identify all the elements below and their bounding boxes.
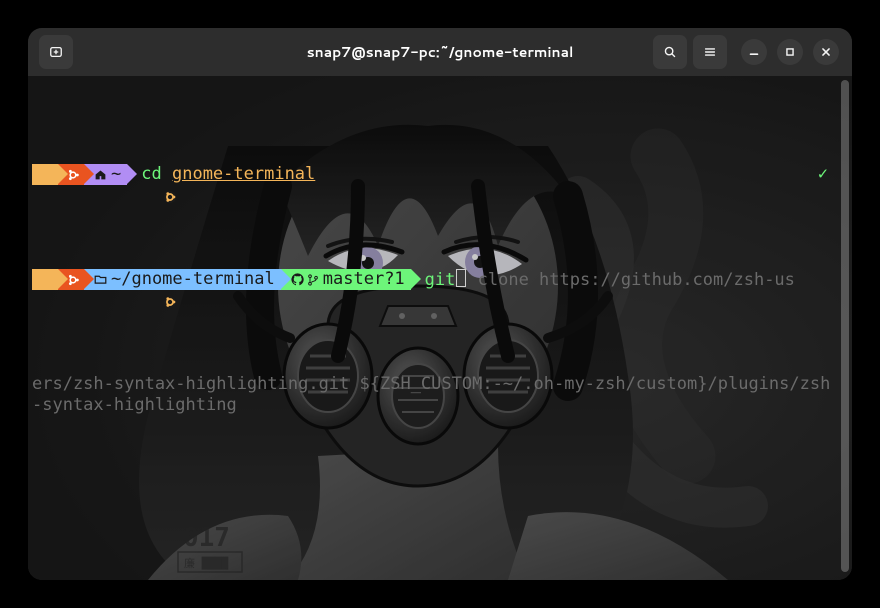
search-icon xyxy=(663,45,677,59)
autosuggest-part1: clone https://github.com/zsh-us xyxy=(467,270,795,290)
home-path: ~ xyxy=(111,164,121,185)
prompt-line-1: ~ cd gnome-terminal ✓ xyxy=(32,164,836,185)
ubuntu-cof-icon xyxy=(66,273,80,287)
ubuntu-icon xyxy=(40,168,54,182)
svg-text:017: 017 xyxy=(183,523,230,553)
window-title: snap7@snap7-pc:~/gnome-terminal xyxy=(28,42,852,62)
cmd-arg: gnome-terminal xyxy=(172,164,315,184)
maximize-icon xyxy=(783,45,797,59)
terminal-window: snap7@snap7-pc:~/gnome-terminal xyxy=(28,28,852,580)
cwd-path: ~/gnome-terminal xyxy=(111,269,275,290)
terminal-content: ~ cd gnome-terminal ✓ ~/gnome-terminal xyxy=(32,80,836,479)
hamburger-icon xyxy=(703,45,717,59)
menu-button[interactable] xyxy=(693,35,727,69)
terminal-viewport[interactable]: 017 廉 ████ xyxy=(28,76,852,580)
cwd-segment: ~/gnome-terminal xyxy=(84,269,281,290)
new-tab-button[interactable] xyxy=(39,35,73,69)
home-icon xyxy=(94,168,107,181)
scrollbar[interactable] xyxy=(841,80,849,572)
command-1: cd gnome-terminal xyxy=(127,164,315,185)
maximize-button[interactable] xyxy=(777,39,803,65)
git-segment: master ?1 xyxy=(281,269,411,290)
cmd-cd: cd xyxy=(141,164,161,184)
cursor xyxy=(456,269,466,287)
cmd-git: git xyxy=(425,270,456,290)
close-icon xyxy=(819,45,833,59)
titlebar: snap7@snap7-pc:~/gnome-terminal xyxy=(28,28,852,76)
status-check-icon: ✓ xyxy=(818,164,836,185)
autosuggest-part2: ers/zsh-syntax-highlighting.git ${ZSH_CU… xyxy=(32,374,836,416)
git-branch-icon xyxy=(307,274,319,286)
svg-text:廉 ████: 廉 ████ xyxy=(184,556,228,570)
git-status: ?1 xyxy=(384,269,404,290)
ubuntu-icon xyxy=(40,273,54,287)
prompt-line-2: ~/gnome-terminal master ?1 git clone htt… xyxy=(32,269,836,290)
os-segment-2 xyxy=(32,269,58,290)
ubuntu-cof-icon xyxy=(66,168,80,182)
close-button[interactable] xyxy=(813,39,839,65)
github-icon xyxy=(291,273,304,286)
command-2[interactable]: git clone https://github.com/zsh-us xyxy=(411,269,795,290)
minimize-icon xyxy=(747,45,761,59)
search-button[interactable] xyxy=(653,35,687,69)
git-branch: master xyxy=(323,269,384,290)
folder-icon xyxy=(94,273,107,286)
os-segment xyxy=(32,164,58,185)
new-tab-icon xyxy=(49,45,63,59)
minimize-button[interactable] xyxy=(741,39,767,65)
